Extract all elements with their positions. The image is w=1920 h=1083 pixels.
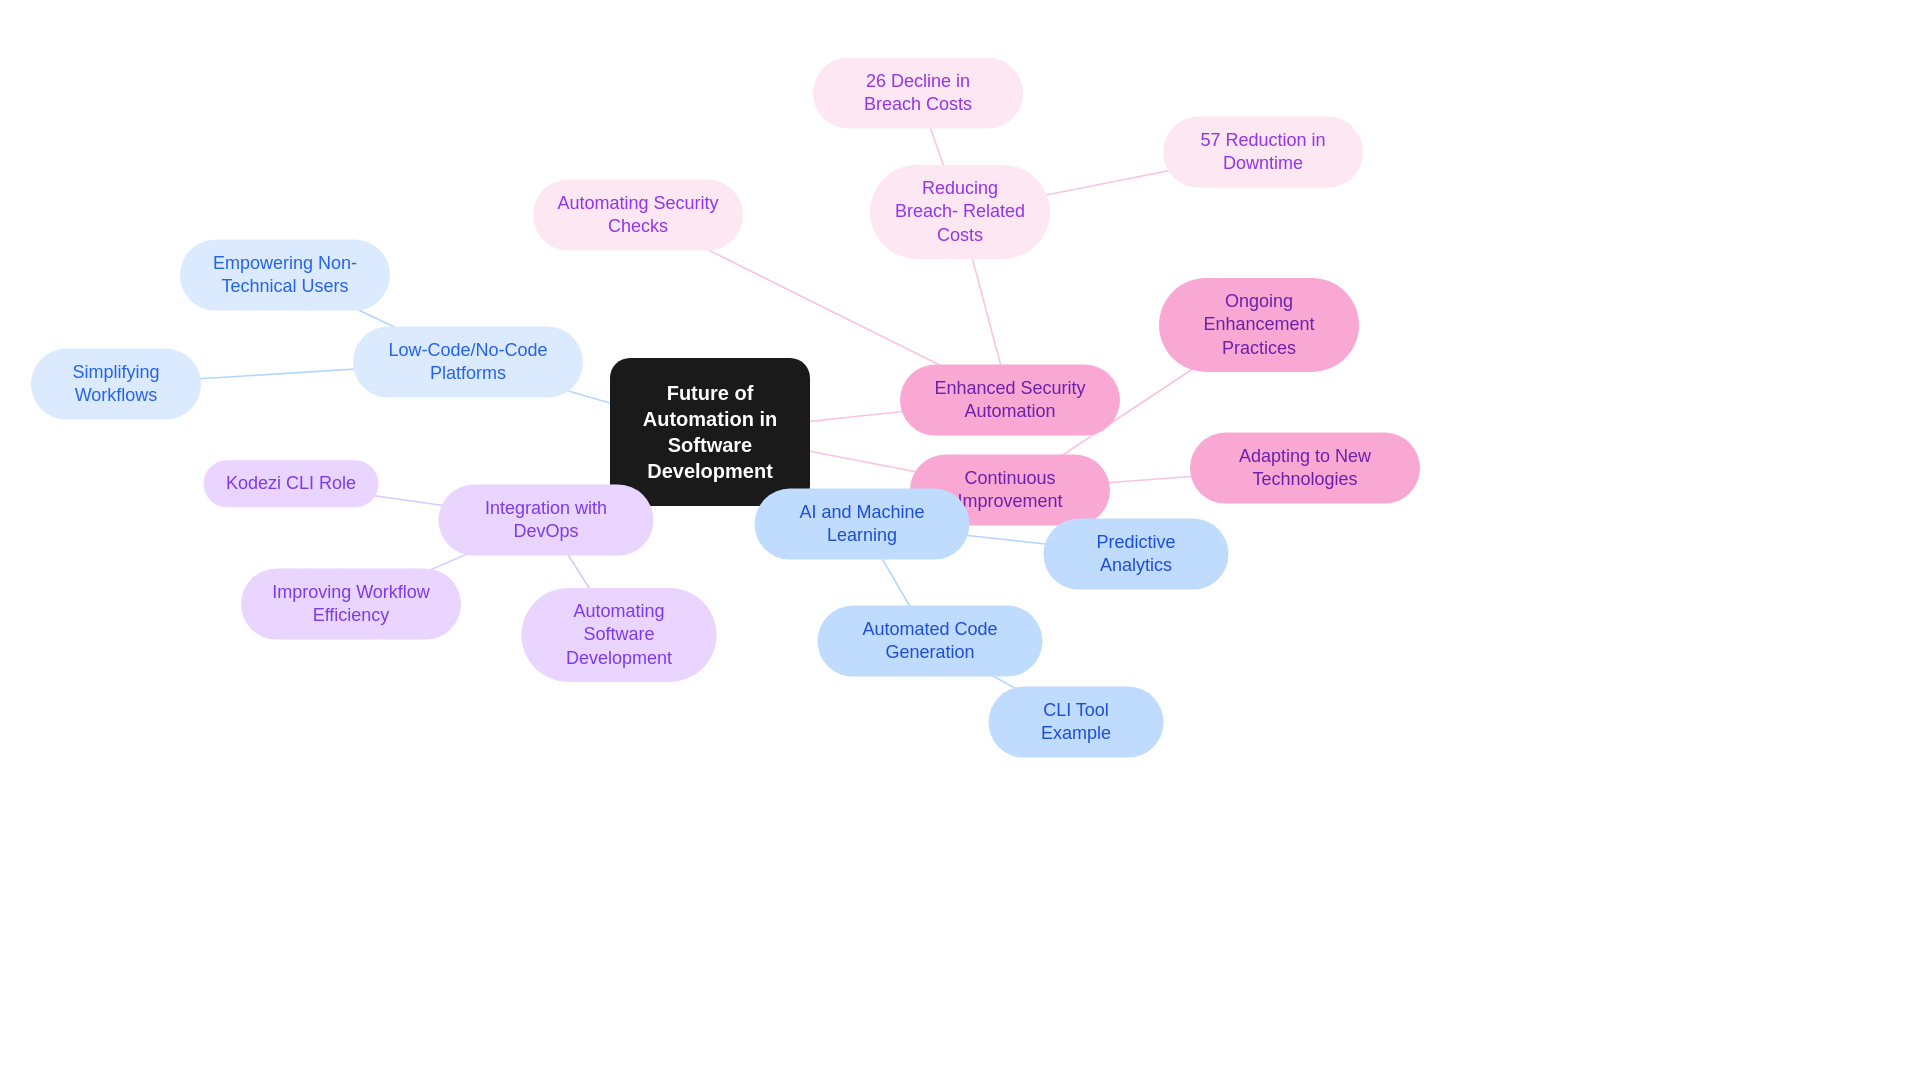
integration-devops-label: Integration with DevOps	[461, 497, 632, 544]
improving-workflow-node: Improving Workflow Efficiency	[241, 569, 461, 640]
simplifying-node: Simplifying Workflows	[31, 349, 201, 420]
ai-ml-node: AI and Machine Learning	[755, 489, 970, 560]
reducing-breach-label: Reducing Breach- Related Costs	[892, 177, 1028, 247]
reducing-breach-node: Reducing Breach- Related Costs	[870, 165, 1050, 259]
predictive-node: Predictive Analytics	[1044, 519, 1229, 590]
automated-code-label: Automated Code Generation	[840, 618, 1021, 665]
simplifying-label: Simplifying Workflows	[53, 361, 179, 408]
ongoing-enhancement-node: Ongoing Enhancement Practices	[1159, 278, 1359, 372]
enhanced-security-label: Enhanced Security Automation	[922, 377, 1098, 424]
automating-software-node: Automating Software Development	[522, 588, 717, 682]
automating-security-label: Automating Security Checks	[555, 192, 721, 239]
ongoing-enhancement-label: Ongoing Enhancement Practices	[1181, 290, 1337, 360]
cli-tool-label: CLI Tool Example	[1011, 699, 1142, 746]
predictive-label: Predictive Analytics	[1066, 531, 1207, 578]
adapting-tech-node: Adapting to New Technologies	[1190, 433, 1420, 504]
center-label: Future of Automation in Software Develop…	[642, 380, 778, 484]
center-node: Future of Automation in Software Develop…	[610, 358, 810, 506]
empowering-node: Empowering Non-Technical Users	[180, 240, 390, 311]
empowering-label: Empowering Non-Technical Users	[202, 252, 368, 299]
automated-code-node: Automated Code Generation	[818, 606, 1043, 677]
adapting-tech-label: Adapting to New Technologies	[1212, 445, 1398, 492]
decline-breach-node: 26 Decline in Breach Costs	[813, 58, 1023, 129]
kodezi-cli-node: Kodezi CLI Role	[204, 460, 379, 507]
reduction-downtime-label: 57 Reduction in Downtime	[1185, 129, 1341, 176]
automating-security-node: Automating Security Checks	[533, 180, 743, 251]
decline-breach-label: 26 Decline in Breach Costs	[835, 70, 1001, 117]
integration-devops-node: Integration with DevOps	[439, 485, 654, 556]
kodezi-cli-label: Kodezi CLI Role	[226, 472, 356, 495]
automating-software-label: Automating Software Development	[544, 600, 695, 670]
reduction-downtime-node: 57 Reduction in Downtime	[1163, 117, 1363, 188]
ai-ml-label: AI and Machine Learning	[777, 501, 948, 548]
improving-workflow-label: Improving Workflow Efficiency	[263, 581, 439, 628]
enhanced-security-node: Enhanced Security Automation	[900, 365, 1120, 436]
low-code-node: Low-Code/No-Code Platforms	[353, 327, 583, 398]
low-code-label: Low-Code/No-Code Platforms	[375, 339, 561, 386]
cli-tool-node: CLI Tool Example	[989, 687, 1164, 758]
